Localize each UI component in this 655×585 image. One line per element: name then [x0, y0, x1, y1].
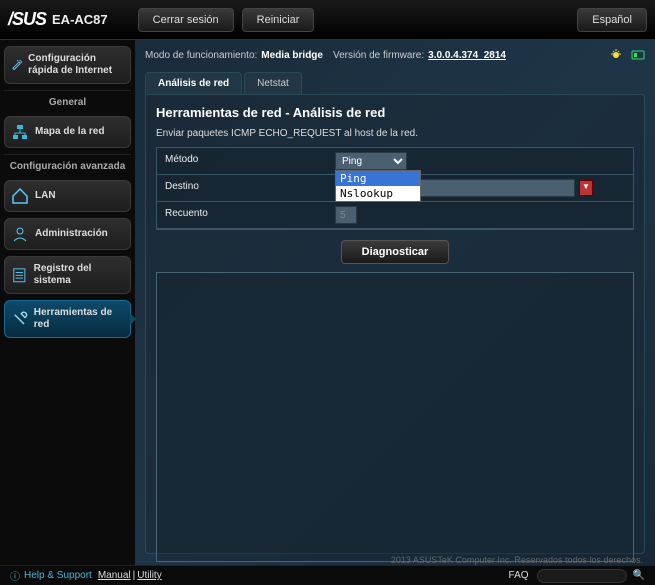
wand-icon [11, 56, 22, 74]
sidebar-item-lan[interactable]: LAN [4, 180, 131, 212]
help-support-link[interactable]: Help & Support [24, 570, 92, 581]
sidebar-item-admin[interactable]: Administración [4, 218, 131, 250]
model-name: EA-AC87 [52, 12, 108, 27]
tabs: Análisis de red Netstat [145, 72, 645, 94]
form-table: Método Ping Destino Recuento [156, 147, 634, 230]
dest-dropdown-button[interactable] [579, 180, 593, 196]
language-button[interactable]: Español [577, 8, 647, 32]
sidebar-item-label: Registro del sistema [34, 263, 124, 287]
bulb-icon[interactable] [609, 48, 623, 62]
method-dropdown-list: Ping Nslookup [335, 170, 421, 202]
logout-button[interactable]: Cerrar sesión [138, 8, 234, 32]
brand-logo: /SUS [8, 9, 46, 30]
count-input[interactable] [335, 206, 357, 224]
sidebar-quick-setup[interactable]: Configuración rápida de Internet [4, 46, 131, 84]
fw-label: Versión de firmware: [333, 50, 424, 61]
fw-value[interactable]: 3.0.0.4.374_2814 [428, 50, 506, 61]
search-input[interactable] [537, 569, 627, 583]
sidebar-item-label: LAN [35, 190, 56, 202]
house-icon [11, 187, 29, 205]
sidebar-item-label: Herramientas de red [34, 307, 124, 331]
mode-label: Modo de funcionamiento: [145, 50, 257, 61]
faq-link[interactable]: FAQ [509, 570, 529, 581]
tab-netstat[interactable]: Netstat [244, 72, 302, 94]
main-panel: Modo de funcionamiento: Media bridge Ver… [135, 40, 655, 565]
status-icon[interactable] [631, 48, 645, 62]
copyright: 2013 ASUSTeK Computer Inc. Reservados to… [391, 555, 643, 565]
sidebar-section-general: General [4, 90, 131, 112]
dropdown-option-ping[interactable]: Ping [336, 171, 420, 186]
tab-analysis[interactable]: Análisis de red [145, 72, 242, 94]
content-panel: Herramientas de red - Análisis de red En… [145, 94, 645, 554]
manual-link[interactable]: Manual [98, 570, 131, 581]
panel-desc: Enviar paquetes ICMP ECHO_REQUEST al hos… [156, 128, 634, 139]
footer: ⓘ Help & Support Manual | Utility FAQ 🔍 [0, 565, 655, 585]
reboot-button[interactable]: Reiniciar [242, 8, 315, 32]
utility-link[interactable]: Utility [137, 570, 161, 581]
sidebar-network-map[interactable]: Mapa de la red [4, 116, 131, 148]
method-label: Método [157, 148, 327, 174]
dest-label: Destino [157, 175, 327, 201]
tools-icon [11, 310, 28, 328]
header: /SUS EA-AC87 Cerrar sesión Reiniciar Esp… [0, 0, 655, 40]
help-icon: ⓘ [10, 568, 20, 583]
sidebar-section-advanced: Configuración avanzada [4, 154, 131, 176]
mode-value: Media bridge [261, 50, 323, 61]
panel-title: Herramientas de red - Análisis de red [156, 105, 634, 120]
sidebar-item-label: Administración [35, 228, 108, 240]
sidebar-item-nettools[interactable]: Herramientas de red [4, 300, 131, 338]
method-select[interactable]: Ping [335, 152, 407, 170]
top-info-bar: Modo de funcionamiento: Media bridge Ver… [145, 46, 645, 68]
admin-icon [11, 225, 29, 243]
output-area [156, 272, 634, 562]
sidebar-item-syslog[interactable]: Registro del sistema [4, 256, 131, 294]
dropdown-option-nslookup[interactable]: Nslookup [336, 186, 420, 201]
network-icon [11, 123, 29, 141]
log-icon [11, 266, 28, 284]
sidebar-item-label: Configuración rápida de Internet [28, 53, 124, 77]
diagnose-button[interactable]: Diagnosticar [341, 240, 450, 264]
sidebar-item-label: Mapa de la red [35, 126, 104, 138]
count-label: Recuento [157, 202, 327, 228]
search-icon[interactable]: 🔍 [633, 570, 645, 581]
sidebar: Configuración rápida de Internet General… [0, 40, 135, 565]
